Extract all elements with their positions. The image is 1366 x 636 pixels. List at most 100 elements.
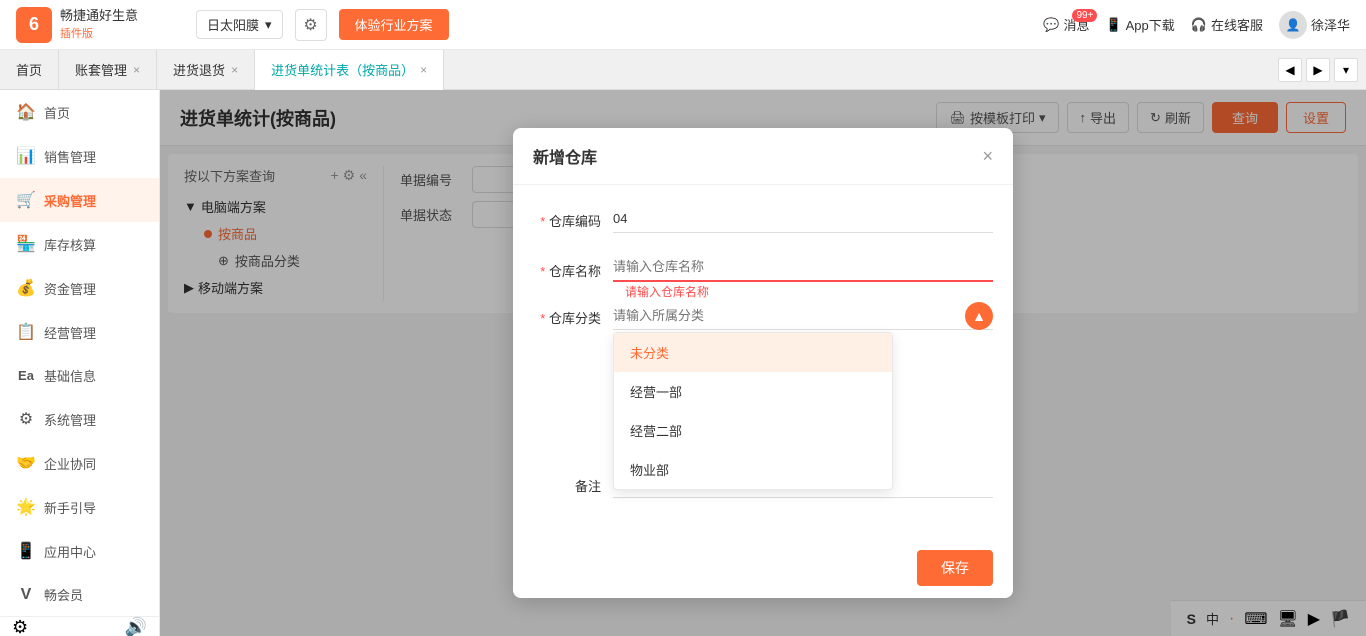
name-input[interactable]: [613, 253, 993, 282]
sidebar-item-guide[interactable]: 🌟 新手引导: [0, 485, 159, 529]
trial-button[interactable]: 体验行业方案: [339, 9, 449, 40]
header-right: 💬 消息 99+ 📱 App下载 🎧 在线客服 👤 徐泽华: [1043, 11, 1350, 39]
user-menu[interactable]: 👤 徐泽华: [1279, 11, 1350, 39]
system-icon: ⚙: [16, 409, 36, 429]
sidebar-item-guide-label: 新手引导: [44, 498, 96, 517]
store-name: 日太阳膜: [207, 15, 259, 34]
logo-area: 6 畅捷通好生意 插件版: [16, 7, 176, 43]
dropdown-item-property[interactable]: 物业部: [614, 450, 892, 489]
sidebar-item-member-label: 畅会员: [44, 585, 83, 604]
notes-label: 备注: [533, 470, 613, 495]
sidebar-item-apps-label: 应用中心: [44, 542, 96, 561]
app-download-button[interactable]: 📱 App下载: [1105, 15, 1174, 34]
save-button[interactable]: 保存: [917, 550, 993, 586]
sidebar-item-operations[interactable]: 📋 经营管理: [0, 310, 159, 354]
logo-text: 畅捷通好生意: [60, 8, 138, 25]
store-selector[interactable]: 日太阳膜 ▾: [196, 10, 283, 39]
sidebar-item-basic-info-label: 基础信息: [44, 366, 96, 385]
dropdown-item-ops2[interactable]: 经营二部: [614, 411, 892, 450]
sidebar-item-sales[interactable]: 📊 销售管理: [0, 134, 159, 178]
sidebar-item-system[interactable]: ⚙ 系统管理: [0, 397, 159, 441]
basic-info-icon: Ea: [16, 368, 36, 383]
sidebar-item-inventory[interactable]: 🏪 库存核算: [0, 222, 159, 266]
online-service-label: 在线客服: [1211, 15, 1263, 34]
category-select-wrapper: ▲ 未分类 经营一部 经营二部 物业部: [613, 302, 993, 330]
chevron-down-icon: ▾: [265, 17, 272, 33]
username: 徐泽华: [1311, 15, 1350, 34]
tab-account[interactable]: 账套管理 ×: [59, 50, 157, 90]
name-error-msg: 请输入仓库名称: [625, 283, 709, 300]
sidebar-item-sales-label: 销售管理: [44, 147, 96, 166]
tab-home[interactable]: 首页: [0, 50, 59, 90]
form-row-name: * 仓库名称 请输入仓库名称: [533, 253, 993, 282]
category-arrow-button[interactable]: ▲: [965, 302, 993, 330]
form-row-code: * 仓库编码: [533, 205, 993, 233]
modal-overlay: 新增仓库 × * 仓库编码: [160, 90, 1366, 636]
category-input[interactable]: [613, 302, 993, 330]
inventory-icon: 🏪: [16, 234, 36, 254]
tab-purchase-stats-close[interactable]: ×: [420, 63, 427, 77]
top-header: 6 畅捷通好生意 插件版 日太阳膜 ▾ ⚙ 体验行业方案 💬 消息 99+ 📱 …: [0, 0, 1366, 50]
logo-sub: 插件版: [60, 25, 138, 41]
header-center: 日太阳膜 ▾ ⚙ 体验行业方案: [176, 9, 1043, 41]
sidebar-item-enterprise[interactable]: 🤝 企业协同: [0, 441, 159, 485]
tab-next-button[interactable]: ▶: [1306, 58, 1330, 82]
tab-actions: ◀ ▶ ▾: [1270, 58, 1366, 82]
enterprise-icon: 🤝: [16, 453, 36, 473]
tab-account-close[interactable]: ×: [133, 63, 140, 77]
code-input[interactable]: [613, 205, 993, 233]
settings-button[interactable]: ⚙: [295, 9, 327, 41]
sidebar-item-system-label: 系统管理: [44, 410, 96, 429]
sidebar: 🏠 首页 📊 销售管理 🛒 采购管理 🏪 库存核算 💰 资金管理 📋 经营管理 …: [0, 90, 160, 636]
modal-close-button[interactable]: ×: [982, 147, 993, 165]
sidebar-item-member[interactable]: V 畅会员: [0, 573, 159, 616]
tab-menu-button[interactable]: ▾: [1334, 58, 1358, 82]
sidebar-item-purchase[interactable]: 🛒 采购管理: [0, 178, 159, 222]
category-dropdown: 未分类 经营一部 经营二部 物业部: [613, 332, 893, 490]
sidebar-item-purchase-label: 采购管理: [44, 191, 96, 210]
sidebar-item-operations-label: 经营管理: [44, 323, 96, 342]
form-row-category: * 仓库分类 ▲ 未分类 经营一部 经营二部 物业部: [533, 302, 993, 330]
tab-account-label: 账套管理: [75, 60, 127, 79]
volume-icon[interactable]: 🔊: [125, 617, 147, 636]
code-label: * 仓库编码: [533, 205, 613, 230]
message-icon: 💬: [1043, 17, 1059, 33]
category-label: * 仓库分类: [533, 302, 613, 327]
dropdown-item-uncategorized[interactable]: 未分类: [614, 333, 892, 372]
finance-icon: 💰: [16, 278, 36, 298]
dropdown-item-ops1[interactable]: 经营一部: [614, 372, 892, 411]
sidebar-item-home-label: 首页: [44, 103, 70, 122]
home-icon: 🏠: [16, 102, 36, 122]
message-button[interactable]: 💬 消息 99+: [1043, 15, 1089, 34]
sidebar-item-basic-info[interactable]: Ea 基础信息: [0, 354, 159, 397]
member-icon: V: [16, 586, 36, 604]
sidebar-item-home[interactable]: 🏠 首页: [0, 90, 159, 134]
mobile-icon: 📱: [1105, 17, 1121, 33]
headset-icon: 🎧: [1191, 17, 1207, 33]
tab-home-label: 首页: [16, 60, 42, 79]
modal-body: * 仓库编码 * 仓库名称: [513, 185, 1013, 538]
modal-header: 新增仓库 ×: [513, 128, 1013, 185]
modal-title: 新增仓库: [533, 144, 597, 168]
message-badge: 99+: [1072, 9, 1097, 22]
online-service-button[interactable]: 🎧 在线客服: [1191, 15, 1263, 34]
tab-purchase-stats[interactable]: 进货单统计表（按商品） ×: [255, 50, 444, 90]
sales-icon: 📊: [16, 146, 36, 166]
apps-icon: 📱: [16, 541, 36, 561]
purchase-icon: 🛒: [16, 190, 36, 210]
tab-purchase-return-label: 进货退货: [173, 60, 225, 79]
settings-bottom-icon[interactable]: ⚙: [12, 617, 28, 636]
sidebar-item-finance[interactable]: 💰 资金管理: [0, 266, 159, 310]
tab-bar: 首页 账套管理 × 进货退货 × 进货单统计表（按商品） × ◀ ▶ ▾: [0, 50, 1366, 90]
sidebar-item-apps[interactable]: 📱 应用中心: [0, 529, 159, 573]
tab-prev-button[interactable]: ◀: [1278, 58, 1302, 82]
tab-purchase-return[interactable]: 进货退货 ×: [157, 50, 255, 90]
modal-add-warehouse: 新增仓库 × * 仓库编码: [513, 128, 1013, 598]
tab-purchase-return-close[interactable]: ×: [231, 63, 238, 77]
modal-footer: 保存: [513, 538, 1013, 598]
tab-purchase-stats-label: 进货单统计表（按商品）: [271, 60, 414, 79]
sidebar-item-finance-label: 资金管理: [44, 279, 96, 298]
sidebar-item-enterprise-label: 企业协同: [44, 454, 96, 473]
logo-icon: 6: [16, 7, 52, 43]
avatar: 👤: [1279, 11, 1307, 39]
